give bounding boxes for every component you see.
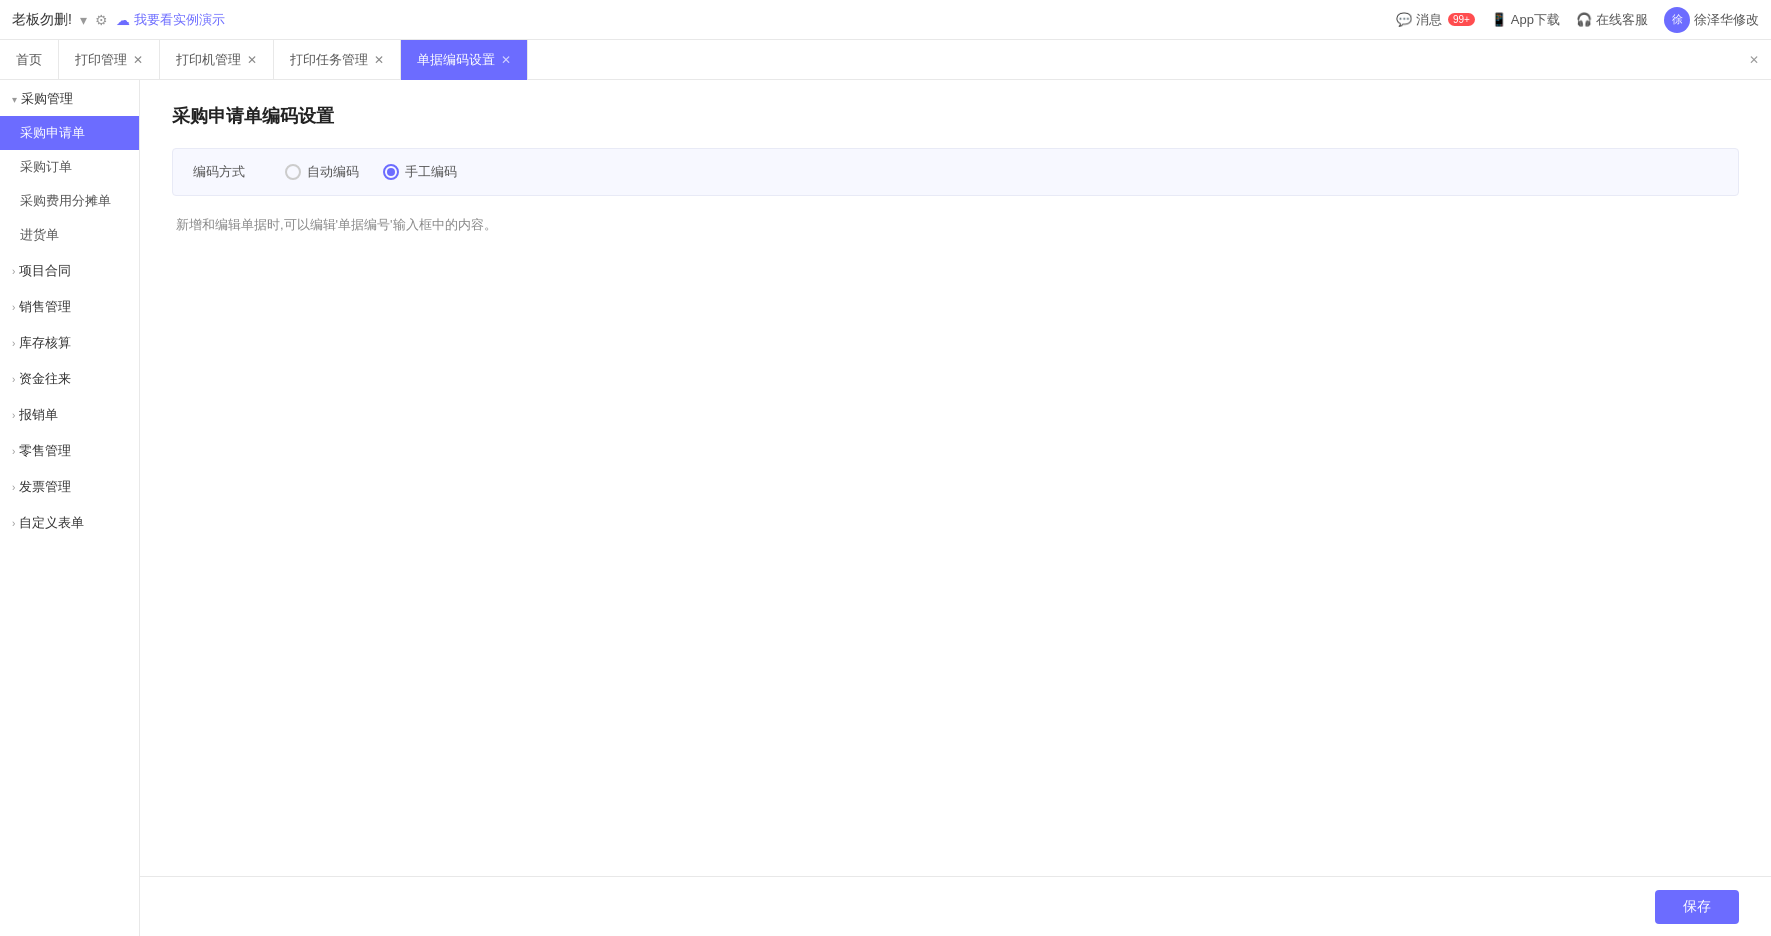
encoding-section: 编码方式 自动编码 手工编码 bbox=[172, 148, 1739, 196]
sidebar-group-fund-header[interactable]: › 资金往来 bbox=[0, 360, 139, 396]
tab-print-management[interactable]: 打印管理 ✕ bbox=[59, 40, 160, 80]
sidebar: ▾ 采购管理 采购申请单 采购订单 采购费用分摊单 进货单 › 项目合同 bbox=[0, 80, 140, 936]
sidebar-group-purchase: ▾ 采购管理 采购申请单 采购订单 采购费用分摊单 进货单 bbox=[0, 80, 139, 252]
sidebar-group-sales-header[interactable]: › 销售管理 bbox=[0, 288, 139, 324]
message-icon: 💬 bbox=[1396, 12, 1412, 27]
message-action[interactable]: 💬 消息 99+ bbox=[1396, 11, 1475, 29]
save-button[interactable]: 保存 bbox=[1655, 890, 1739, 924]
sidebar-group-fund: › 资金往来 bbox=[0, 360, 139, 396]
radio-auto-label: 自动编码 bbox=[307, 163, 359, 181]
tab-printer-management-close[interactable]: ✕ bbox=[247, 53, 257, 67]
tab-home[interactable]: 首页 bbox=[0, 40, 59, 80]
sidebar-group-purchase-header[interactable]: ▾ 采购管理 bbox=[0, 80, 139, 116]
sidebar-group-inventory-header[interactable]: › 库存核算 bbox=[0, 324, 139, 360]
dropdown-icon[interactable]: ▾ bbox=[80, 12, 87, 28]
sidebar-group-custom-forms-arrow: › bbox=[12, 518, 15, 529]
encoding-row: 编码方式 自动编码 手工编码 bbox=[193, 163, 1718, 181]
sidebar-group-retail-label: 零售管理 bbox=[19, 442, 71, 460]
cloud-icon: ☁ bbox=[116, 12, 130, 28]
sidebar-group-invoice-label: 发票管理 bbox=[19, 478, 71, 496]
sidebar-group-sales-label: 销售管理 bbox=[19, 298, 71, 316]
sidebar-group-inventory-label: 库存核算 bbox=[19, 334, 71, 352]
sidebar-item-purchase-fee[interactable]: 采购费用分摊单 bbox=[0, 184, 139, 218]
sidebar-group-sales-arrow: › bbox=[12, 302, 15, 313]
brand-text: 老板勿删! bbox=[12, 11, 72, 29]
sidebar-group-returns-arrow: › bbox=[12, 410, 15, 421]
sidebar-group-inventory-arrow: › bbox=[12, 338, 15, 349]
phone-icon: 📱 bbox=[1491, 12, 1507, 27]
encoding-label: 编码方式 bbox=[193, 163, 245, 181]
sidebar-group-invoice: › 发票管理 bbox=[0, 468, 139, 504]
radio-manual-label: 手工编码 bbox=[405, 163, 457, 181]
sidebar-group-fund-arrow: › bbox=[12, 374, 15, 385]
sidebar-group-retail-arrow: › bbox=[12, 446, 15, 457]
online-service-action[interactable]: 🎧 在线客服 bbox=[1576, 11, 1648, 29]
close-all-tabs[interactable]: ✕ bbox=[1737, 53, 1771, 67]
tab-home-label: 首页 bbox=[16, 51, 42, 69]
content-body: 采购申请单编码设置 编码方式 自动编码 手工编码 bbox=[140, 80, 1771, 876]
online-service-label: 在线客服 bbox=[1596, 11, 1648, 29]
sidebar-group-inventory: › 库存核算 bbox=[0, 324, 139, 360]
sidebar-item-purchase-request[interactable]: 采购申请单 bbox=[0, 116, 139, 150]
tab-printer-management-label: 打印机管理 bbox=[176, 51, 241, 69]
sidebar-group-sales: › 销售管理 bbox=[0, 288, 139, 324]
top-bar-right: 💬 消息 99+ 📱 App下载 🎧 在线客服 徐 徐泽华修改 bbox=[1396, 7, 1759, 33]
user-name: 徐泽华修改 bbox=[1694, 11, 1759, 29]
sidebar-group-returns-label: 报销单 bbox=[19, 406, 58, 424]
sidebar-group-fund-label: 资金往来 bbox=[19, 370, 71, 388]
tab-print-task-management[interactable]: 打印任务管理 ✕ bbox=[274, 40, 401, 80]
tab-single-barcode-setting-label: 单据编码设置 bbox=[417, 51, 495, 69]
sidebar-group-retail: › 零售管理 bbox=[0, 432, 139, 468]
app-download-label: App下载 bbox=[1511, 11, 1560, 29]
tab-print-task-management-close[interactable]: ✕ bbox=[374, 53, 384, 67]
sidebar-item-stock-in[interactable]: 进货单 bbox=[0, 218, 139, 252]
app-download-action[interactable]: 📱 App下载 bbox=[1491, 11, 1560, 29]
sidebar-group-project: › 项目合同 bbox=[0, 252, 139, 288]
sidebar-group-returns-header[interactable]: › 报销单 bbox=[0, 396, 139, 432]
search-bar[interactable]: ☁ 我要看实例演示 bbox=[116, 11, 225, 29]
radio-manual-circle bbox=[383, 164, 399, 180]
search-text: 我要看实例演示 bbox=[134, 11, 225, 29]
message-badge: 99+ bbox=[1448, 13, 1475, 26]
message-label: 消息 bbox=[1416, 11, 1442, 29]
radio-auto-encoding[interactable]: 自动编码 bbox=[285, 163, 359, 181]
sidebar-group-invoice-header[interactable]: › 发票管理 bbox=[0, 468, 139, 504]
sidebar-group-retail-header[interactable]: › 零售管理 bbox=[0, 432, 139, 468]
radio-auto-circle bbox=[285, 164, 301, 180]
hint-text: 新增和编辑单据时,可以编辑'单据编号'输入框中的内容。 bbox=[172, 216, 1739, 234]
radio-manual-encoding[interactable]: 手工编码 bbox=[383, 163, 457, 181]
top-bar: 老板勿删! ▾ ⚙ ☁ 我要看实例演示 💬 消息 99+ 📱 App下载 🎧 在… bbox=[0, 0, 1771, 40]
tab-print-management-close[interactable]: ✕ bbox=[133, 53, 143, 67]
headset-icon: 🎧 bbox=[1576, 12, 1592, 27]
tab-print-task-management-label: 打印任务管理 bbox=[290, 51, 368, 69]
sidebar-group-returns: › 报销单 bbox=[0, 396, 139, 432]
sidebar-group-purchase-label: 采购管理 bbox=[21, 90, 73, 108]
tab-printer-management[interactable]: 打印机管理 ✕ bbox=[160, 40, 274, 80]
avatar: 徐 bbox=[1664, 7, 1690, 33]
page-title: 采购申请单编码设置 bbox=[172, 104, 1739, 128]
sidebar-group-custom-forms-header[interactable]: › 自定义表单 bbox=[0, 504, 139, 540]
main-content: 采购申请单编码设置 编码方式 自动编码 手工编码 bbox=[140, 80, 1771, 936]
top-bar-left: 老板勿删! ▾ ⚙ ☁ 我要看实例演示 bbox=[12, 11, 225, 29]
tab-bar: 首页 打印管理 ✕ 打印机管理 ✕ 打印任务管理 ✕ 单据编码设置 ✕ ✕ bbox=[0, 40, 1771, 80]
sidebar-group-project-header[interactable]: › 项目合同 bbox=[0, 252, 139, 288]
settings-icon[interactable]: ⚙ bbox=[95, 12, 108, 28]
sidebar-group-custom-forms: › 自定义表单 bbox=[0, 504, 139, 540]
sidebar-group-invoice-arrow: › bbox=[12, 482, 15, 493]
radio-group-encoding: 自动编码 手工编码 bbox=[285, 163, 457, 181]
sidebar-item-purchase-order[interactable]: 采购订单 bbox=[0, 150, 139, 184]
sidebar-group-project-arrow: › bbox=[12, 266, 15, 277]
tab-single-barcode-setting-close[interactable]: ✕ bbox=[501, 53, 511, 67]
sidebar-group-purchase-arrow: ▾ bbox=[12, 94, 17, 105]
layout: ▾ 采购管理 采购申请单 采购订单 采购费用分摊单 进货单 › 项目合同 bbox=[0, 80, 1771, 936]
bottom-bar: 保存 bbox=[140, 876, 1771, 936]
sidebar-group-project-label: 项目合同 bbox=[19, 262, 71, 280]
tab-single-barcode-setting[interactable]: 单据编码设置 ✕ bbox=[401, 40, 528, 80]
user-info[interactable]: 徐 徐泽华修改 bbox=[1664, 7, 1759, 33]
tab-print-management-label: 打印管理 bbox=[75, 51, 127, 69]
sidebar-group-custom-forms-label: 自定义表单 bbox=[19, 514, 84, 532]
